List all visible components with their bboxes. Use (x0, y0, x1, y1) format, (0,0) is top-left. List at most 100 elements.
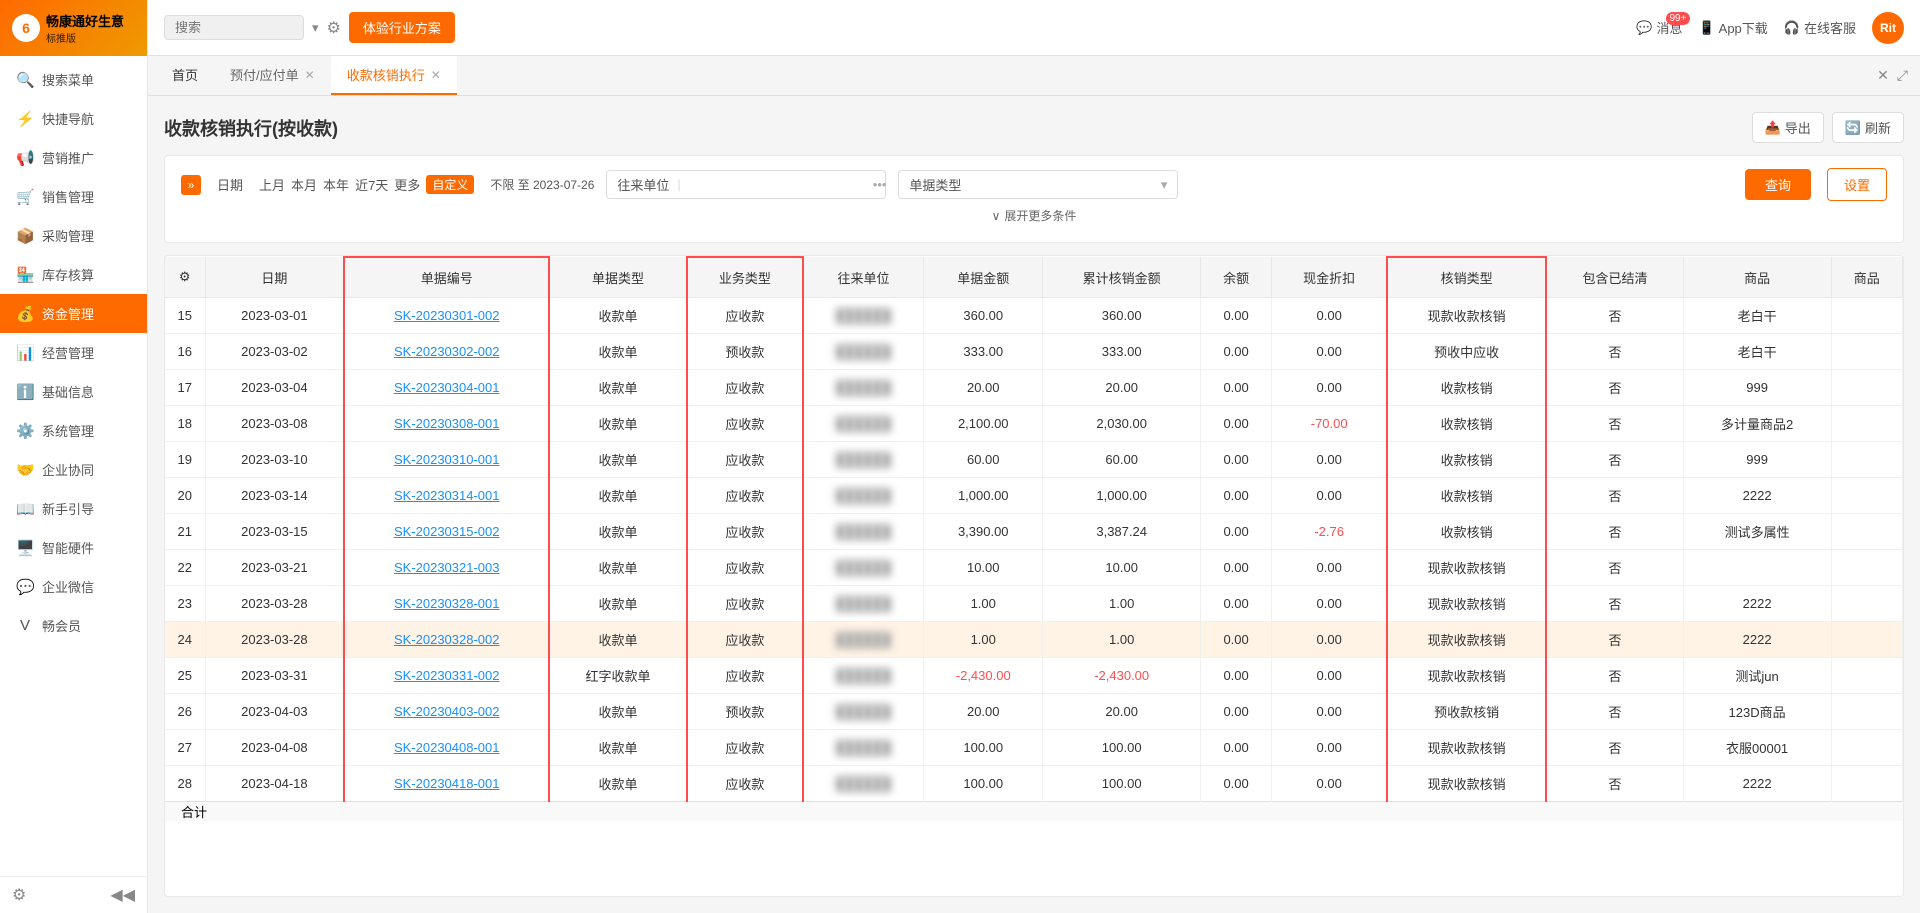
cell-goods2 (1831, 766, 1902, 802)
filter-expand-button[interactable]: » (181, 175, 201, 195)
tab-prepay-close[interactable]: ✕ (305, 68, 315, 82)
doc-no-link[interactable]: SK-20230310-001 (394, 452, 500, 467)
sidebar-bottom: ⚙ ◀◀ (0, 876, 147, 913)
cell-cum-writeoff: 1.00 (1043, 586, 1201, 622)
tab-fullscreen-icon[interactable]: ⤢ (1897, 67, 1908, 84)
cell-seq: 27 (165, 730, 205, 766)
date-link-custom[interactable]: 自定义 (426, 175, 474, 194)
sidebar-item-quick[interactable]: ⚡快捷导航 (0, 99, 147, 138)
doc-no-link[interactable]: SK-20230403-002 (394, 704, 500, 719)
th-settings[interactable]: ⚙ (165, 257, 205, 298)
sidebar-item-finance[interactable]: 💰资金管理 (0, 294, 147, 333)
sidebar-item-marketing[interactable]: 📢营销推广 (0, 138, 147, 177)
cell-date: 2023-04-03 (205, 694, 344, 730)
message-button[interactable]: 💬 消息 99+ (1636, 18, 1682, 37)
logo-icon: 6 (12, 14, 40, 42)
table-row[interactable]: 26 2023-04-03 SK-20230403-002 收款单 预收款 ██… (165, 694, 1903, 730)
table-row[interactable]: 20 2023-03-14 SK-20230314-001 收款单 应收款 ██… (165, 478, 1903, 514)
tab-home[interactable]: 首页 (156, 56, 214, 95)
doc-no-link[interactable]: SK-20230331-002 (394, 668, 500, 683)
online-service-button[interactable]: 🎧 在线客服 (1784, 18, 1856, 37)
table-row[interactable]: 23 2023-03-28 SK-20230328-001 收款单 应收款 ██… (165, 586, 1903, 622)
sidebar-item-hardware[interactable]: 🖥️智能硬件 (0, 528, 147, 567)
sidebar-item-enterprise[interactable]: 🤝企业协同 (0, 450, 147, 489)
doc-no-link[interactable]: SK-20230301-002 (394, 308, 500, 323)
user-avatar[interactable]: Rit (1872, 12, 1904, 44)
th-date: 日期 (205, 257, 344, 298)
table-row[interactable]: 17 2023-03-04 SK-20230304-001 收款单 应收款 ██… (165, 370, 1903, 406)
sidebar-item-label: 快捷导航 (42, 109, 94, 128)
tab-bar: 首页 预付/应付单 ✕ 收款核销执行 ✕ ✕ ⤢ (148, 56, 1920, 96)
expand-more-btn[interactable]: ∨ 展开更多条件 (181, 201, 1887, 230)
industry-solution-button[interactable]: 体验行业方案 (349, 12, 455, 43)
doc-no-link[interactable]: SK-20230418-001 (394, 776, 500, 791)
sidebar-item-member[interactable]: V畅会员 (0, 606, 147, 645)
date-link-7days[interactable]: 近7天 (355, 175, 388, 194)
export-button[interactable]: 📤 导出 (1752, 112, 1824, 143)
doc-no-link[interactable]: SK-20230308-001 (394, 416, 500, 431)
table-row[interactable]: 27 2023-04-08 SK-20230408-001 收款单 应收款 ██… (165, 730, 1903, 766)
tab-prepay[interactable]: 预付/应付单 ✕ (214, 56, 331, 95)
cell-biz-type: 应收款 (687, 550, 803, 586)
cell-date: 2023-03-31 (205, 658, 344, 694)
table-row[interactable]: 28 2023-04-18 SK-20230418-001 收款单 应收款 ██… (165, 766, 1903, 802)
date-link-this-year[interactable]: 本年 (323, 175, 349, 194)
table-row[interactable]: 16 2023-03-02 SK-20230302-002 收款单 预收款 ██… (165, 334, 1903, 370)
doc-no-link[interactable]: SK-20230408-001 (394, 740, 500, 755)
doc-no-link[interactable]: SK-20230328-002 (394, 632, 500, 647)
date-link-this-month[interactable]: 本月 (291, 175, 317, 194)
search-input[interactable] (164, 15, 304, 40)
sidebar-item-operations[interactable]: 📊经营管理 (0, 333, 147, 372)
cell-goods: 多计量商品2 (1683, 406, 1831, 442)
cell-goods2 (1831, 694, 1902, 730)
doc-no-link[interactable]: SK-20230314-001 (394, 488, 500, 503)
cell-date: 2023-03-04 (205, 370, 344, 406)
doc-no-link[interactable]: SK-20230304-001 (394, 380, 500, 395)
table-row[interactable]: 15 2023-03-01 SK-20230301-002 收款单 应收款 ██… (165, 298, 1903, 334)
doc-no-link[interactable]: SK-20230315-002 (394, 524, 500, 539)
table-row[interactable]: 25 2023-03-31 SK-20230331-002 红字收款单 应收款 … (165, 658, 1903, 694)
sidebar-item-sales[interactable]: 🛒销售管理 (0, 177, 147, 216)
table-row[interactable]: 24 2023-03-28 SK-20230328-002 收款单 应收款 ██… (165, 622, 1903, 658)
cell-goods: 2222 (1683, 766, 1831, 802)
date-link-last-month[interactable]: 上月 (259, 175, 285, 194)
sidebar-item-guide[interactable]: 📖新手引导 (0, 489, 147, 528)
sales-icon: 🛒 (16, 188, 34, 206)
table-row[interactable]: 21 2023-03-15 SK-20230315-002 收款单 应收款 ██… (165, 514, 1903, 550)
sidebar-item-wechat[interactable]: 💬企业微信 (0, 567, 147, 606)
partner-search-input[interactable] (689, 177, 865, 192)
cell-doc-no: SK-20230328-001 (344, 586, 549, 622)
tab-collection[interactable]: 收款核销执行 ✕ (331, 56, 457, 95)
query-button[interactable]: 查询 (1745, 169, 1811, 200)
tab-close-all-icon[interactable]: ✕ (1877, 67, 1889, 84)
sidebar-item-purchase[interactable]: 📦采购管理 (0, 216, 147, 255)
doctype-search-input[interactable] (969, 177, 1152, 192)
filter-doctype-input[interactable]: 单据类型 ▾ (898, 170, 1178, 199)
sidebar-item-label: 经营管理 (42, 343, 94, 362)
doc-no-link[interactable]: SK-20230302-002 (394, 344, 500, 359)
sidebar-item-inventory[interactable]: 🏪库存核算 (0, 255, 147, 294)
gear-icon[interactable]: ⚙ (327, 18, 341, 38)
doc-no-link[interactable]: SK-20230328-001 (394, 596, 500, 611)
table-row[interactable]: 22 2023-03-21 SK-20230321-003 收款单 应收款 ██… (165, 550, 1903, 586)
cell-balance: 0.00 (1200, 298, 1271, 334)
sidebar-item-search[interactable]: 🔍搜索菜单 (0, 60, 147, 99)
sidebar-item-system[interactable]: ⚙️系统管理 (0, 411, 147, 450)
tab-collection-close[interactable]: ✕ (431, 68, 441, 82)
refresh-button[interactable]: 🔄 刷新 (1832, 112, 1904, 143)
date-link-more[interactable]: 更多 (394, 175, 420, 194)
table-header-row: ⚙ 日期 单据编号 单据类型 业务类型 往来单位 单据金额 累计核销金额 余额 … (165, 257, 1903, 298)
partner-label: 往来单位 (617, 175, 669, 194)
cell-seq: 17 (165, 370, 205, 406)
filter-settings-button[interactable]: 设置 (1827, 168, 1887, 201)
cell-writeoff-type: 现款收款核销 (1387, 766, 1546, 802)
doc-no-link[interactable]: SK-20230321-003 (394, 560, 500, 575)
collapse-icon[interactable]: ◀◀ (110, 885, 135, 905)
app-download-button[interactable]: 📱 App下载 (1698, 18, 1767, 37)
sidebar-item-basic[interactable]: ℹ️基础信息 (0, 372, 147, 411)
filter-partner-input[interactable]: 往来单位 | ••• (606, 170, 886, 199)
table-row[interactable]: 19 2023-03-10 SK-20230310-001 收款单 应收款 ██… (165, 442, 1903, 478)
table-row[interactable]: 18 2023-03-08 SK-20230308-001 收款单 应收款 ██… (165, 406, 1903, 442)
chevron-down-icon: ∨ (992, 209, 1001, 223)
settings-icon[interactable]: ⚙ (12, 885, 26, 905)
